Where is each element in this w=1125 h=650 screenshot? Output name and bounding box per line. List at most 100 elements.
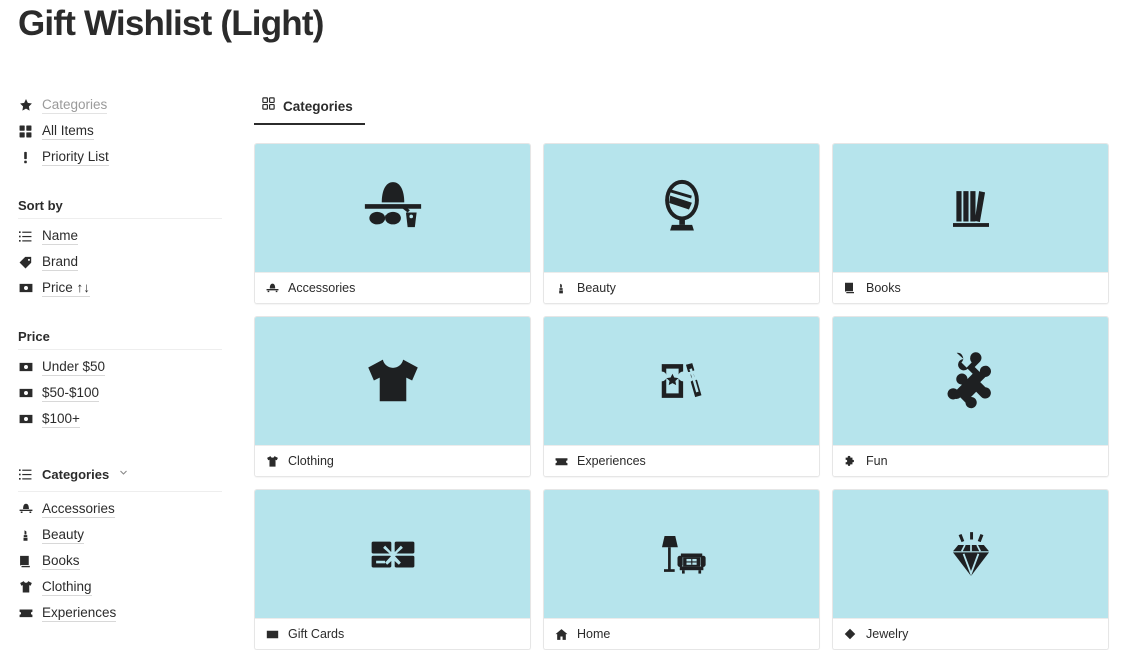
price-filter-label: $100+ <box>42 411 80 428</box>
sidebar-category-label: Accessories <box>42 501 115 518</box>
card-label: Home <box>577 627 611 641</box>
sidebar-group-label: Categories <box>42 466 110 482</box>
exclamation-icon <box>18 150 33 165</box>
card-accessories[interactable]: Accessories <box>254 143 531 304</box>
card-beauty[interactable]: Beauty <box>543 143 820 304</box>
tshirt-icon <box>18 580 33 595</box>
hat-icon <box>265 281 279 295</box>
price-filter-under-50[interactable]: Under $50 <box>0 354 240 380</box>
sort-option-price[interactable]: Price ↑↓ <box>0 275 240 301</box>
card-artwork <box>833 144 1108 272</box>
divider <box>18 349 222 350</box>
card-footer: Home <box>544 618 819 649</box>
price-filter-label: Under $50 <box>42 359 106 376</box>
money-icon <box>18 281 33 296</box>
sidebar-category-books[interactable]: Books <box>0 548 240 574</box>
card-footer: Gift Cards <box>255 618 530 649</box>
vanity-mirror-icon <box>664 179 699 231</box>
ticket-icon <box>18 606 33 621</box>
divider <box>18 218 222 219</box>
sidebar-category-beauty[interactable]: Beauty <box>0 522 240 548</box>
card-label: Accessories <box>288 281 356 295</box>
tickets-star-icon <box>661 363 701 398</box>
main-content: Categories Accessories Beauty Books Clot… <box>254 94 1125 650</box>
sort-option-name[interactable]: Name <box>0 223 240 249</box>
credit-card-icon <box>265 627 279 641</box>
sidebar-category-label: Experiences <box>42 605 117 622</box>
tshirt-icon <box>367 359 418 402</box>
sidebar-item-label: All Items <box>42 123 94 140</box>
price-filter-50-100[interactable]: $50-$100 <box>0 380 240 406</box>
card-footer: Beauty <box>544 272 819 303</box>
sidebar-category-clothing[interactable]: Clothing <box>0 574 240 600</box>
card-label: Fun <box>866 454 888 468</box>
price-filter-label: $50-$100 <box>42 385 100 402</box>
sort-option-brand[interactable]: Brand <box>0 249 240 275</box>
sidebar-item-categories[interactable]: Categories <box>0 92 240 118</box>
money-icon <box>18 386 33 401</box>
gift-card-bow-icon <box>371 541 414 568</box>
category-card-grid: Accessories Beauty Books Clothing Experi… <box>254 143 1125 650</box>
book-icon <box>843 281 857 295</box>
ticket-icon <box>554 454 568 468</box>
card-label: Beauty <box>577 281 616 295</box>
diamond-icon <box>843 627 857 641</box>
divider <box>18 491 222 492</box>
card-artwork <box>544 317 819 445</box>
tab-categories[interactable]: Categories <box>254 94 365 125</box>
star-icon <box>18 98 33 113</box>
house-icon <box>554 627 568 641</box>
grid-icon <box>18 124 33 139</box>
card-jewelry[interactable]: Jewelry <box>832 489 1109 650</box>
card-label: Jewelry <box>866 627 909 641</box>
card-experiences[interactable]: Experiences <box>543 316 820 477</box>
sidebar-group-categories[interactable]: Categories <box>0 462 240 486</box>
card-home[interactable]: Home <box>543 489 820 650</box>
card-fun[interactable]: Fun <box>832 316 1109 477</box>
card-artwork <box>833 490 1108 618</box>
sunhat-sunglasses-icon <box>364 182 421 228</box>
sidebar-item-label: Priority List <box>42 149 109 166</box>
card-artwork <box>255 144 530 272</box>
sidebar-item-label: Categories <box>42 97 108 114</box>
lamp-armchair-icon <box>661 536 706 574</box>
hat-icon <box>18 502 33 517</box>
sidebar-category-label: Books <box>42 553 80 570</box>
sidebar-item-all-items[interactable]: All Items <box>0 118 240 144</box>
card-artwork <box>255 317 530 445</box>
puzzle-piece-icon <box>947 352 991 409</box>
list-icon <box>18 229 33 244</box>
diamond-sparkle-icon <box>952 532 989 577</box>
card-artwork <box>255 490 530 618</box>
grid-icon <box>262 97 275 115</box>
card-footer: Jewelry <box>833 618 1108 649</box>
sidebar-category-experiences[interactable]: Experiences <box>0 600 240 626</box>
bookshelf-icon <box>952 191 989 227</box>
card-footer: Clothing <box>255 445 530 476</box>
page-title: Gift Wishlist (Light) <box>18 4 324 43</box>
card-artwork <box>544 490 819 618</box>
sidebar-item-priority-list[interactable]: Priority List <box>0 144 240 170</box>
puzzle-piece-icon <box>843 454 857 468</box>
sidebar-category-label: Clothing <box>42 579 92 596</box>
card-footer: Fun <box>833 445 1108 476</box>
sidebar-category-accessories[interactable]: Accessories <box>0 496 240 522</box>
money-icon <box>18 412 33 427</box>
card-clothing[interactable]: Clothing <box>254 316 531 477</box>
sort-option-label: Price ↑↓ <box>42 280 91 297</box>
card-label: Clothing <box>288 454 334 468</box>
card-footer: Books <box>833 272 1108 303</box>
tab-bar: Categories <box>254 94 1125 125</box>
sort-option-label: Name <box>42 228 79 245</box>
list-icon <box>18 467 33 482</box>
card-label: Books <box>866 281 901 295</box>
lipstick-icon <box>554 281 568 295</box>
card-artwork <box>544 144 819 272</box>
price-filter-100-plus[interactable]: $100+ <box>0 406 240 432</box>
card-gift-cards[interactable]: Gift Cards <box>254 489 531 650</box>
chevron-down-icon[interactable] <box>119 468 128 480</box>
card-label: Experiences <box>577 454 646 468</box>
card-books[interactable]: Books <box>832 143 1109 304</box>
tab-label: Categories <box>283 98 353 114</box>
sidebar-category-label: Beauty <box>42 527 85 544</box>
